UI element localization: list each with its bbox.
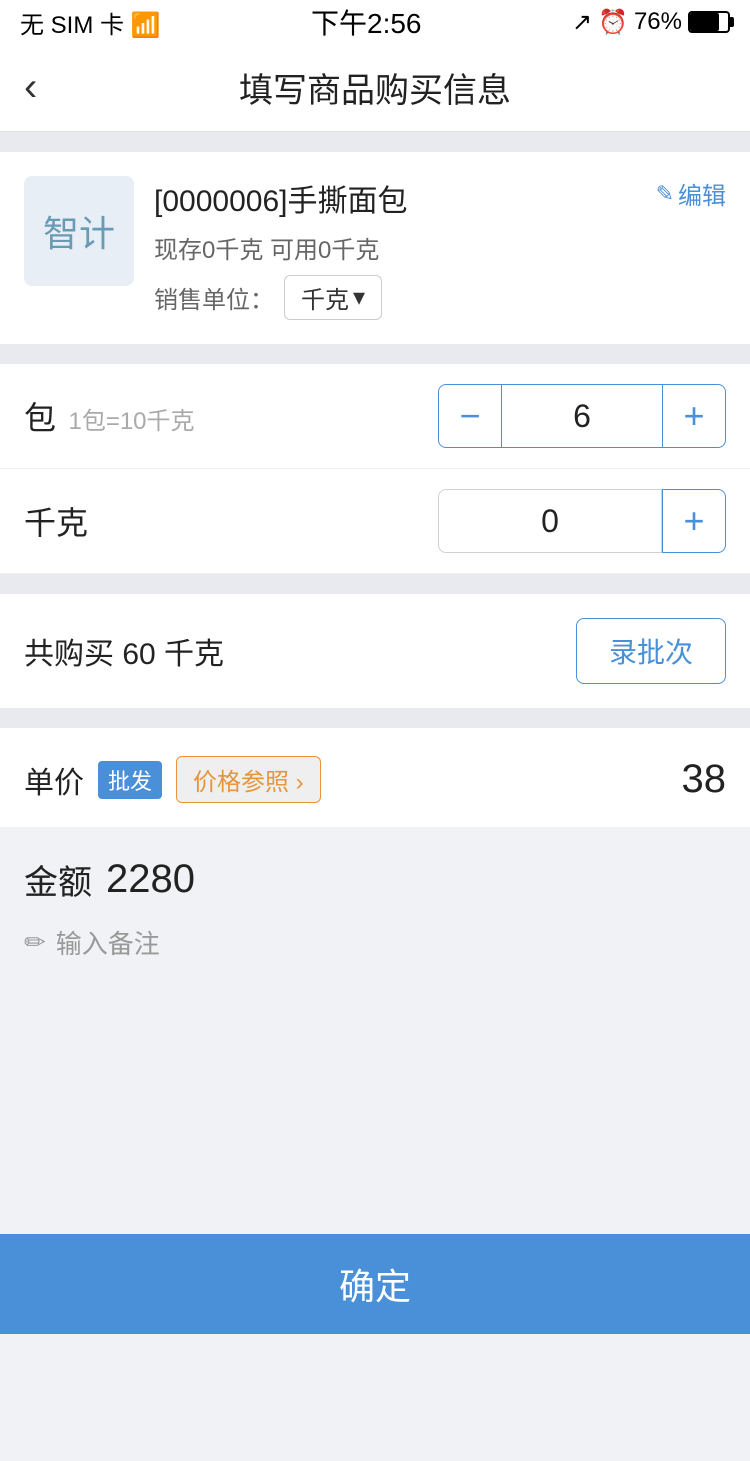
- price-label: 单价: [24, 758, 84, 802]
- confirm-label: 确定: [339, 1258, 411, 1310]
- pencil-icon: ✏: [24, 927, 46, 958]
- amount-label: 金额: [24, 855, 92, 904]
- note-row[interactable]: ✏ 输入备注: [24, 924, 726, 961]
- bao-plus-button[interactable]: +: [662, 384, 726, 448]
- battery-icon: [688, 11, 730, 33]
- note-placeholder: 输入备注: [56, 924, 160, 961]
- product-name: [0000006]手撕面包: [154, 176, 726, 220]
- status-bar: 无 SIM 卡 📶 下午2:56 ↗ ⏰ 76%: [0, 0, 750, 44]
- bao-hint: 1包=10千克: [68, 408, 194, 435]
- price-tag: 批发: [98, 761, 162, 799]
- status-right: ↗ ⏰ 76%: [572, 8, 730, 37]
- unit-value: 千克: [301, 280, 349, 315]
- price-section: 单价 批发 价格参照 › 38: [0, 728, 750, 827]
- sim-label: 无 SIM 卡 📶: [20, 5, 161, 40]
- status-left: 无 SIM 卡 📶: [20, 5, 161, 40]
- price-row: 单价 批发 价格参照 › 38: [24, 756, 726, 803]
- summary-row: 共购买 60 千克 录批次: [0, 594, 750, 708]
- bao-label-group: 包 1包=10千克: [24, 393, 195, 439]
- battery-label: 76%: [634, 8, 682, 36]
- product-thumbnail: 智计: [24, 176, 134, 286]
- edit-label: 编辑: [678, 176, 726, 211]
- record-batch-button[interactable]: 录批次: [576, 618, 726, 684]
- bao-qty-input[interactable]: [502, 384, 662, 448]
- price-value: 38: [682, 757, 727, 802]
- product-stock: 现存0千克 可用0千克: [154, 230, 726, 265]
- divider-3: [0, 574, 750, 594]
- price-ref-button[interactable]: 价格参照 ›: [176, 756, 321, 803]
- product-card: 智计 [0000006]手撕面包 现存0千克 可用0千克 销售单位： 千克 ▾ …: [0, 152, 750, 344]
- confirm-button[interactable]: 确定: [0, 1234, 750, 1334]
- amount-section: 金额 2280 ✏ 输入备注: [0, 827, 750, 981]
- nav-bar: ‹ 填写商品购买信息: [0, 44, 750, 132]
- product-info: [0000006]手撕面包 现存0千克 可用0千克 销售单位： 千克 ▾: [154, 176, 726, 320]
- back-button[interactable]: ‹: [24, 65, 37, 110]
- kg-quantity-row: 千克 +: [0, 469, 750, 574]
- product-logo: 智计: [43, 205, 115, 257]
- bao-qty-control: − +: [438, 384, 726, 448]
- summary-text: 共购买 60 千克: [24, 629, 224, 673]
- status-time: 下午2:56: [311, 2, 422, 42]
- bao-quantity-row: 包 1包=10千克 − +: [0, 364, 750, 469]
- divider-4: [0, 708, 750, 728]
- divider-1: [0, 132, 750, 152]
- bao-minus-button[interactable]: −: [438, 384, 502, 448]
- amount-value: 2280: [106, 857, 195, 902]
- unit-select[interactable]: 千克 ▾: [284, 275, 382, 320]
- kg-plus-button[interactable]: +: [662, 489, 726, 553]
- chevron-down-icon: ▾: [353, 283, 365, 312]
- alarm-icon: ⏰: [598, 8, 628, 37]
- unit-label: 销售单位：: [154, 280, 274, 315]
- kg-qty-input[interactable]: [438, 489, 662, 553]
- divider-2: [0, 344, 750, 364]
- location-icon: ↗: [572, 8, 592, 37]
- kg-qty-control: +: [438, 489, 726, 553]
- amount-row: 金额 2280: [24, 855, 726, 904]
- bao-label: 包: [24, 400, 56, 436]
- product-unit-row: 销售单位： 千克 ▾: [154, 275, 726, 320]
- kg-label: 千克: [24, 498, 88, 544]
- page-title: 填写商品购买信息: [239, 63, 511, 112]
- edit-button[interactable]: ✎ 编辑: [656, 176, 726, 211]
- edit-icon: ✎: [656, 181, 674, 207]
